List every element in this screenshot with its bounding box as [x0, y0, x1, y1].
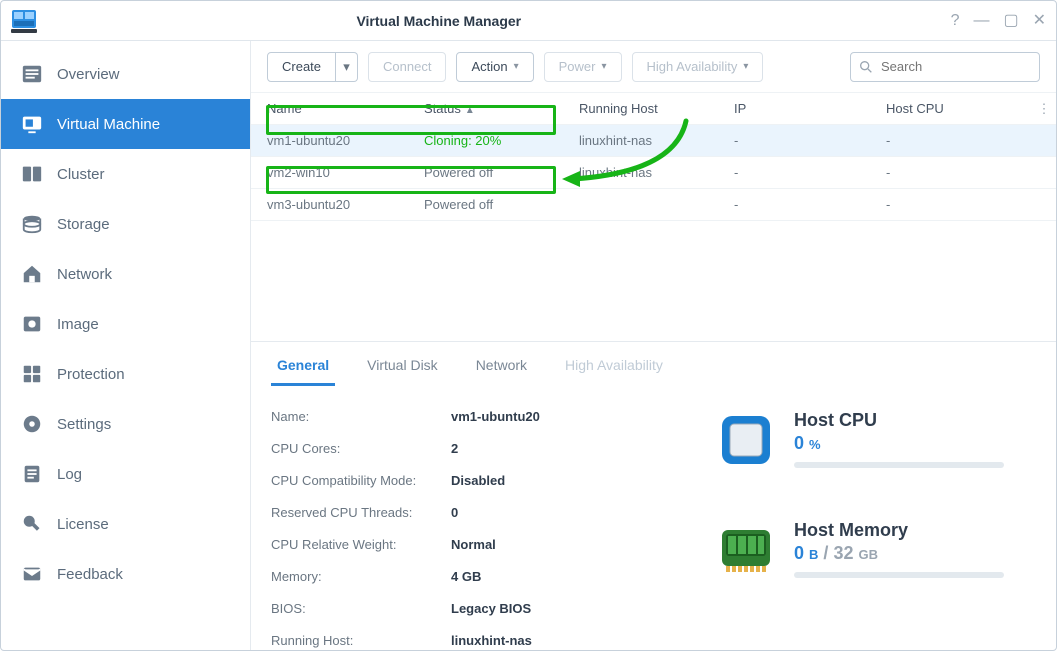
chevron-down-icon: ▾: [514, 61, 519, 72]
minimize-button[interactable]: —: [973, 13, 989, 29]
chevron-down-icon: ▾: [601, 61, 606, 72]
sidebar-item-license[interactable]: License: [1, 499, 250, 549]
chevron-down-icon: ▾: [743, 61, 748, 72]
create-button[interactable]: Create: [267, 52, 336, 82]
sidebar-item-label: Feedback: [57, 566, 123, 583]
kv-key: BIOS:: [271, 601, 451, 616]
window-title: Virtual Machine Manager: [47, 13, 951, 29]
cell-host-cpu: -: [886, 197, 1036, 212]
kv-key: CPU Cores:: [271, 441, 451, 456]
sidebar-item-label: Network: [57, 266, 112, 283]
sidebar-item-feedback[interactable]: Feedback: [1, 549, 250, 599]
col-host-cpu[interactable]: Host CPU: [886, 101, 1036, 116]
cell-ip: -: [734, 197, 886, 212]
sidebar-item-label: Storage: [57, 216, 110, 233]
host-memory-label: Host Memory: [794, 520, 1004, 541]
details-scroll[interactable]: Name:vm1-ubuntu20 CPU Cores:2 CPU Compat…: [271, 400, 696, 650]
kv-key: Running Host:: [271, 633, 451, 648]
host-cpu-label: Host CPU: [794, 410, 1004, 431]
tab-network[interactable]: Network: [470, 347, 533, 386]
cell-name: vm1-ubuntu20: [267, 133, 424, 148]
create-dropdown-caret[interactable]: ▾: [336, 52, 358, 82]
kv-value: 2: [451, 441, 458, 456]
col-running-host[interactable]: Running Host: [579, 101, 734, 116]
search-icon: [858, 59, 874, 75]
sidebar-item-settings[interactable]: Settings: [1, 399, 250, 449]
sidebar: Overview Virtual Machine Cluster Storage…: [1, 41, 251, 650]
details-panel: General Virtual Disk Network High Availa…: [251, 341, 1056, 650]
sidebar-item-label: Protection: [57, 366, 125, 383]
kv-key: Reserved CPU Threads:: [271, 505, 451, 520]
sort-asc-icon: ▲: [465, 105, 475, 116]
kv-value: Disabled: [451, 473, 505, 488]
kv-value: linuxhint-nas: [451, 633, 532, 648]
action-button[interactable]: Action▾: [456, 52, 533, 82]
host-memory-meter: Host Memory 0 B / 32 GB: [716, 520, 1036, 580]
sidebar-item-label: License: [57, 516, 109, 533]
cell-status: Powered off: [424, 165, 579, 180]
table-row[interactable]: vm1-ubuntu20 Cloning: 20% linuxhint-nas …: [251, 125, 1056, 157]
kv-key: CPU Relative Weight:: [271, 537, 451, 552]
sidebar-item-storage[interactable]: Storage: [1, 199, 250, 249]
col-status[interactable]: Status▲: [424, 101, 579, 116]
tab-high-availability: High Availability: [559, 347, 669, 386]
kv-value: 0: [451, 505, 458, 520]
sidebar-item-network[interactable]: Network: [1, 249, 250, 299]
sidebar-item-image[interactable]: Image: [1, 299, 250, 349]
sidebar-item-cluster[interactable]: Cluster: [1, 149, 250, 199]
maximize-button[interactable]: ▢: [1003, 13, 1018, 29]
cell-status: Powered off: [424, 197, 579, 212]
host-cpu-meter: Host CPU 0 %: [716, 410, 1036, 470]
cpu-icon: [716, 410, 776, 470]
toolbar: Create ▾ Connect Action▾ Power▾ High Ava…: [251, 41, 1056, 93]
sidebar-item-label: Cluster: [57, 166, 105, 183]
cell-ip: -: [734, 133, 886, 148]
cell-status: Cloning: 20%: [424, 133, 579, 148]
kv-value: vm1-ubuntu20: [451, 409, 540, 424]
kv-key: CPU Compatibility Mode:: [271, 473, 451, 488]
connect-button[interactable]: Connect: [368, 52, 446, 82]
cell-running-host: linuxhint-nas: [579, 133, 734, 148]
host-memory-bar: [794, 572, 1004, 578]
sidebar-item-label: Log: [57, 466, 82, 483]
cell-ip: -: [734, 165, 886, 180]
cell-running-host: linuxhint-nas: [579, 165, 734, 180]
sidebar-item-label: Settings: [57, 416, 111, 433]
kv-value: 4 GB: [451, 569, 481, 584]
sidebar-item-label: Image: [57, 316, 99, 333]
sidebar-item-virtual-machine[interactable]: Virtual Machine: [1, 99, 250, 149]
col-name[interactable]: Name: [267, 101, 424, 116]
kv-value: Legacy BIOS: [451, 601, 531, 616]
kv-key: Memory:: [271, 569, 451, 584]
cell-name: vm3-ubuntu20: [267, 197, 424, 212]
sidebar-item-log[interactable]: Log: [1, 449, 250, 499]
table-row[interactable]: vm3-ubuntu20 Powered off - -: [251, 189, 1056, 221]
sidebar-item-protection[interactable]: Protection: [1, 349, 250, 399]
app-icon: [11, 9, 37, 33]
kv-value: Normal: [451, 537, 496, 552]
kv-key: Name:: [271, 409, 451, 424]
help-button[interactable]: ?: [951, 13, 960, 29]
tab-general[interactable]: General: [271, 347, 335, 386]
close-button[interactable]: ✕: [1033, 13, 1046, 29]
memory-icon: [716, 520, 776, 580]
sidebar-item-overview[interactable]: Overview: [1, 49, 250, 99]
sidebar-item-label: Virtual Machine: [57, 116, 160, 133]
search-input[interactable]: [850, 52, 1040, 82]
table-row[interactable]: vm2-win10 Powered off linuxhint-nas - -: [251, 157, 1056, 189]
power-button[interactable]: Power▾: [544, 52, 622, 82]
sidebar-item-label: Overview: [57, 66, 120, 83]
tab-virtual-disk[interactable]: Virtual Disk: [361, 347, 444, 386]
cell-name: vm2-win10: [267, 165, 424, 180]
high-availability-button[interactable]: High Availability▾: [632, 52, 764, 82]
col-ip[interactable]: IP: [734, 101, 886, 116]
column-options[interactable]: ⋮: [1036, 101, 1052, 117]
cell-host-cpu: -: [886, 133, 1036, 148]
host-cpu-bar: [794, 462, 1004, 468]
vm-table: Name Status▲ Running Host IP Host CPU ⋮ …: [251, 93, 1056, 221]
cell-host-cpu: -: [886, 165, 1036, 180]
